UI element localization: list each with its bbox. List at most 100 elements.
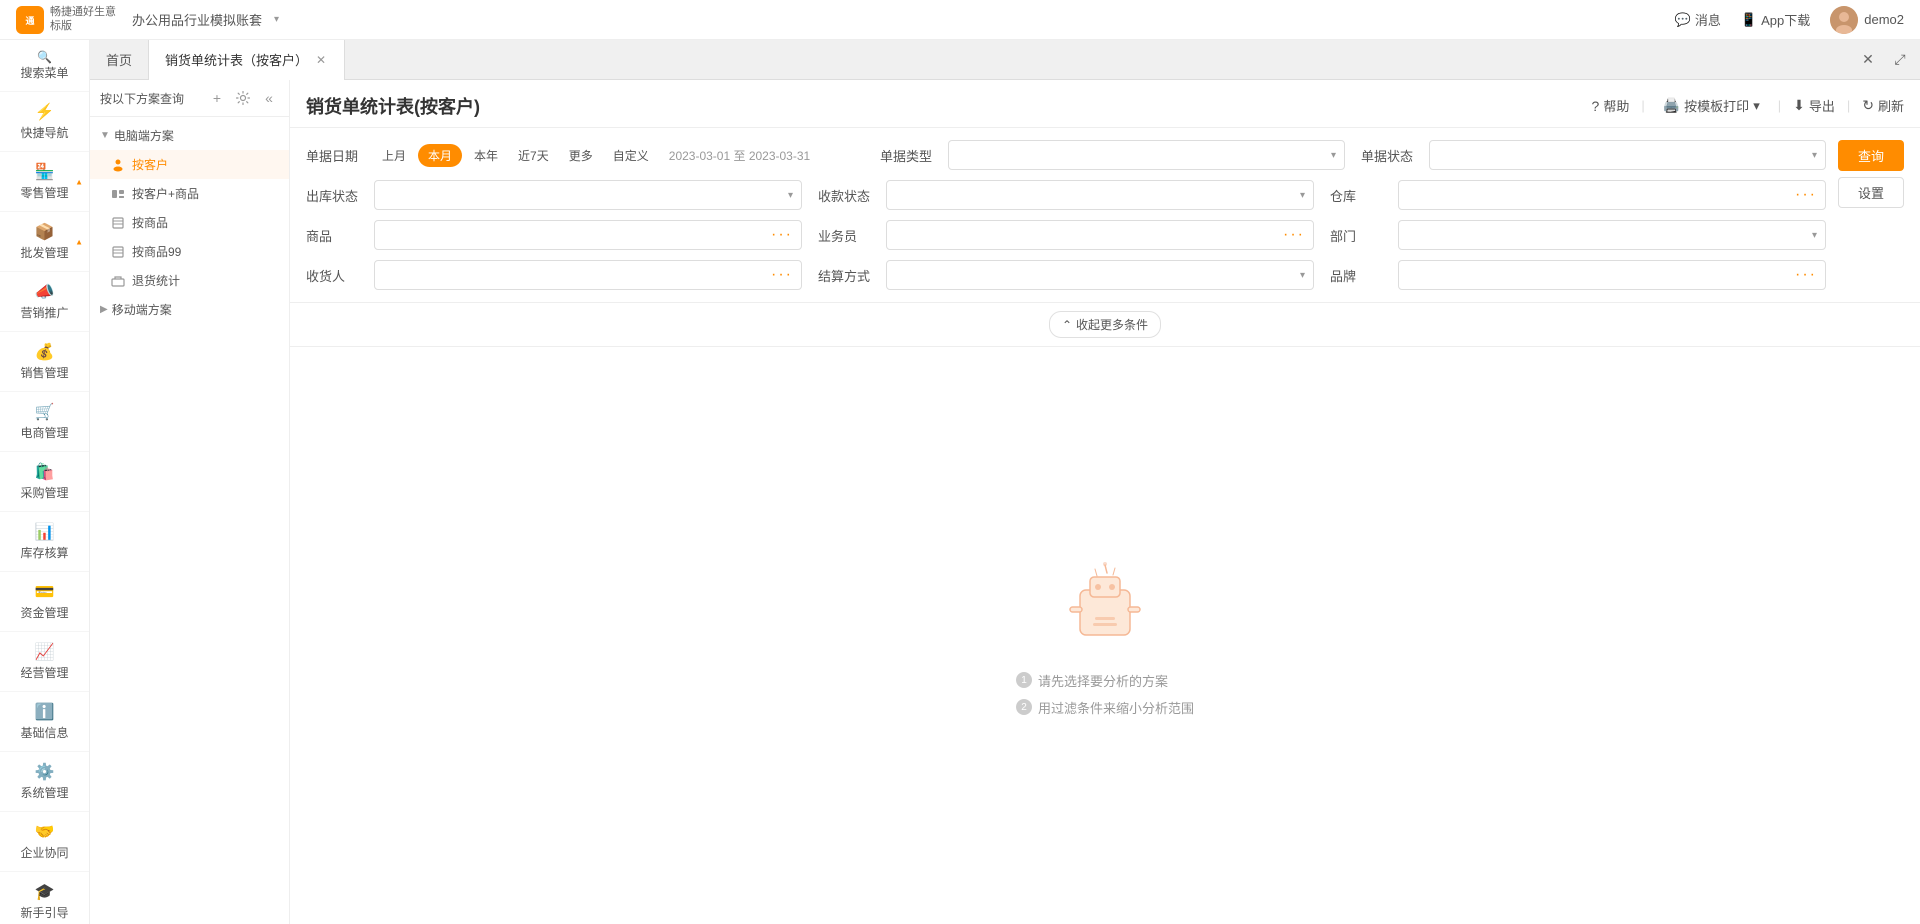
brand-input[interactable]: ···	[1398, 260, 1826, 290]
doc-status-input[interactable]: ▾	[1429, 140, 1826, 170]
payment-input[interactable]: ▾	[886, 260, 1314, 290]
scheme-group-mobile-header[interactable]: ▶ 移动端方案	[90, 295, 289, 324]
doc-type-label: 单据类型	[880, 146, 940, 165]
logo-area[interactable]: 通 畅捷通好生意 标版	[16, 6, 116, 34]
sidebar-item-wholesale[interactable]: 📦 批发管理	[0, 212, 89, 272]
staff-input[interactable]: ···	[886, 220, 1314, 250]
receiver-input[interactable]: ···	[374, 260, 802, 290]
sidebar-item-purchase[interactable]: 🛍️ 采购管理	[0, 452, 89, 512]
svg-text:通: 通	[25, 15, 34, 26]
sidebar-item-finance[interactable]: 💳 资金管理	[0, 572, 89, 632]
query-button[interactable]: 查询	[1838, 140, 1904, 171]
date-tabs: 上月 本月 本年 近7天 更多 自定义	[374, 144, 657, 167]
scheme-collapse-btn[interactable]: «	[259, 88, 279, 108]
sidebar-item-ecommerce[interactable]: 🛒 电商管理	[0, 392, 89, 452]
scheme-item-by-goods[interactable]: 按商品	[90, 208, 289, 237]
tab-close-btn[interactable]: ✕	[314, 51, 328, 69]
logo-subtext: 标版	[50, 20, 116, 33]
dept-input[interactable]: ▾	[1398, 220, 1826, 250]
sidebar-item-enterprise[interactable]: 🤝 企业协同	[0, 812, 89, 872]
message-label: 消息	[1695, 10, 1721, 29]
date-tab-this-month[interactable]: 本月	[418, 144, 462, 167]
receipt-status-input[interactable]: ▾	[886, 180, 1314, 210]
doc-type-arrow: ▾	[1331, 150, 1336, 161]
filter-item-payment: 结算方式 ▾	[818, 260, 1314, 290]
scheme-item-by-goods-99[interactable]: 按商品99	[90, 237, 289, 266]
newbie-icon: 🎓	[35, 882, 55, 902]
page-content: 按以下方案查询 + « ▼ 电脑端方案	[90, 80, 1920, 924]
filter-item-goods: 商品 ···	[306, 220, 802, 250]
date-tab-this-year[interactable]: 本年	[466, 144, 506, 167]
scheme-item-return-stat[interactable]: 退货统计	[90, 266, 289, 295]
goods-input[interactable]: ···	[374, 220, 802, 250]
purchase-icon: 🛍️	[35, 462, 55, 482]
sidebar-item-basic[interactable]: ℹ️ 基础信息	[0, 692, 89, 752]
export-icon: ⬇	[1793, 97, 1805, 114]
message-btn[interactable]: 💬 消息	[1675, 10, 1721, 29]
top-header: 通 畅捷通好生意 标版 办公用品行业模拟账套 ▾ 💬 消息 📱 App下载	[0, 0, 1920, 40]
tab-sales-stat-label: 销货单统计表（按客户）	[165, 50, 308, 69]
tab-sales-stat[interactable]: 销货单统计表（按客户） ✕	[149, 40, 345, 80]
help-label: 帮助	[1603, 96, 1629, 115]
tip-num-1: 1	[1016, 672, 1032, 688]
sidebar-item-newbie[interactable]: 🎓 新手引导	[0, 872, 89, 924]
sidebar-label-enterprise: 企业协同	[20, 844, 68, 861]
ecommerce-icon: 🛒	[35, 402, 55, 422]
filter-item-doc-status: 单据状态 ▾	[1361, 140, 1826, 170]
sidebar-label-system: 系统管理	[20, 784, 68, 801]
date-range-value: 2023-03-01 至 2023-03-31	[669, 147, 810, 164]
sidebar-item-search-menu[interactable]: 🔍 搜索菜单	[0, 40, 89, 92]
scheme-title: 按以下方案查询	[100, 90, 201, 107]
date-tab-last7[interactable]: 近7天	[510, 144, 557, 167]
basic-icon: ℹ️	[35, 702, 55, 722]
tab-home[interactable]: 首页	[90, 40, 149, 80]
collapse-btn[interactable]: ⌃ 收起更多条件	[1049, 311, 1161, 338]
help-btn[interactable]: ? 帮助	[1592, 96, 1630, 115]
scheme-add-btn[interactable]: +	[207, 88, 227, 108]
doc-type-input[interactable]: ▾	[948, 140, 1345, 170]
quick-nav-icon: ⚡	[35, 102, 55, 122]
sidebar-item-quick-nav[interactable]: ⚡ 快捷导航	[0, 92, 89, 152]
sidebar-item-inventory[interactable]: 📊 库存核算	[0, 512, 89, 572]
warehouse-input[interactable]: ···	[1398, 180, 1826, 210]
filter-buttons: 查询 设置	[1826, 140, 1904, 208]
scheme-item-by-customer-goods[interactable]: 按客户+商品	[90, 179, 289, 208]
logo-text: 畅捷通好生意	[50, 6, 116, 19]
tab-expand-btn[interactable]: ⤢	[1888, 48, 1912, 72]
warehouse-label: 仓库	[1330, 186, 1390, 205]
sidebar-item-retail[interactable]: 🏪 零售管理	[0, 152, 89, 212]
system-dropdown-arrow[interactable]: ▾	[274, 14, 279, 25]
date-label: 单据日期	[306, 146, 366, 165]
scheme-group-desktop-header[interactable]: ▼ 电脑端方案	[90, 121, 289, 150]
app-download-btn[interactable]: 📱 App下载	[1741, 10, 1810, 29]
separator1: |	[1641, 98, 1644, 113]
settings-button[interactable]: 设置	[1838, 177, 1904, 208]
sidebar-item-operation[interactable]: 📈 经营管理	[0, 632, 89, 692]
user-area[interactable]: demo2	[1830, 6, 1904, 34]
scheme-item-by-customer[interactable]: 按客户	[90, 150, 289, 179]
goods-dots: ···	[771, 226, 793, 244]
sidebar-item-system[interactable]: ⚙️ 系统管理	[0, 752, 89, 812]
receipt-status-arrow: ▾	[1300, 190, 1305, 201]
refresh-btn[interactable]: ↻ 刷新	[1862, 96, 1904, 115]
sidebar-item-marketing[interactable]: 📣 营销推广	[0, 272, 89, 332]
desktop-group-name: 电脑端方案	[114, 127, 279, 144]
tab-minimize-btn[interactable]: ✕	[1856, 48, 1880, 72]
brand-dots: ···	[1795, 266, 1817, 284]
system-title: 办公用品行业模拟账套	[132, 10, 262, 29]
print-btn[interactable]: 🖨️ 按模板打印 ▾	[1657, 92, 1766, 119]
sidebar-item-sales[interactable]: 💰 销售管理	[0, 332, 89, 392]
content-area: 首页 销货单统计表（按客户） ✕ ✕ ⤢ 按以下方案查询 +	[90, 40, 1920, 924]
out-status-input[interactable]: ▾	[374, 180, 802, 210]
filter-row-4: 收货人 ··· 结算方式	[306, 260, 1826, 290]
scheme-settings-btn[interactable]	[233, 88, 253, 108]
export-btn[interactable]: ⬇ 导出	[1793, 96, 1835, 115]
sidebar-label-search: 搜索菜单	[20, 64, 68, 81]
receiver-dots: ···	[771, 266, 793, 284]
tip-text-2: 用过滤条件来缩小分析范围	[1038, 698, 1194, 717]
filter-main: 单据日期 上月 本月 本年 近7天 更多 自定义	[306, 140, 1904, 290]
date-tab-more[interactable]: 更多	[561, 144, 601, 167]
dept-arrow: ▾	[1812, 230, 1817, 241]
date-tab-last-month[interactable]: 上月	[374, 144, 414, 167]
date-tab-custom[interactable]: 自定义	[605, 144, 657, 167]
